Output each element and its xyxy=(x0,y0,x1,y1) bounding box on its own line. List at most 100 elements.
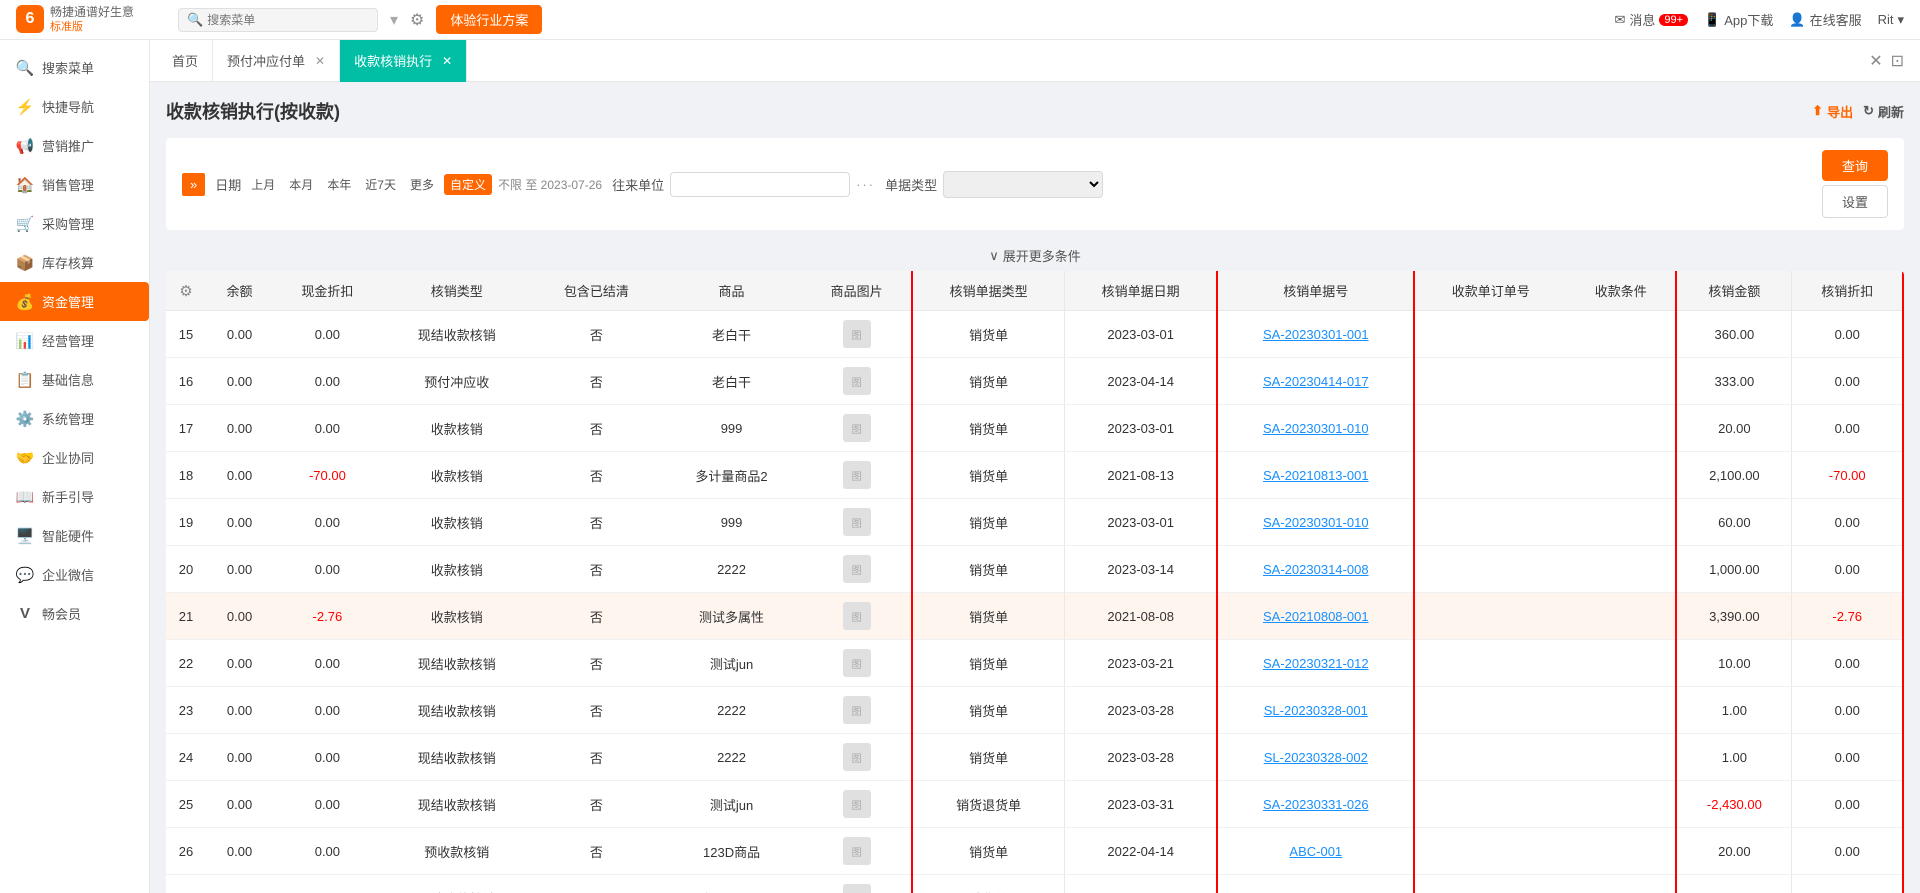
goods-img-cell: 图 xyxy=(802,499,912,546)
sidebar-item-hardware[interactable]: 🖥️ 智能硬件 xyxy=(0,516,149,555)
write-off-no-cell[interactable]: SA-20210808-001 xyxy=(1217,593,1414,640)
guide-icon: 📖 xyxy=(16,488,34,506)
write-off-no-cell[interactable]: ABC-001 xyxy=(1217,828,1414,875)
tab-home[interactable]: 首页 xyxy=(158,40,213,82)
sidebar-item-enterprise[interactable]: 🤝 企业协同 xyxy=(0,438,149,477)
write-off-amount-cell: 20.00 xyxy=(1676,828,1792,875)
table-row: 18 0.00 -70.00 收款核销 否 多计量商品2 图 销货单 2021-… xyxy=(166,452,1903,499)
write-off-discount-cell: 0.00 xyxy=(1792,358,1903,405)
write-off-date-cell: 2023-03-01 xyxy=(1065,499,1218,546)
sidebar-item-inventory[interactable]: 📦 库存核算 xyxy=(0,243,149,282)
industry-btn[interactable]: 体验行业方案 xyxy=(436,5,542,34)
search-input[interactable] xyxy=(207,13,347,27)
write-off-discount-cell: -70.00 xyxy=(1792,452,1903,499)
receipt-order-no-cell xyxy=(1414,640,1566,687)
receipt-cond-cell xyxy=(1566,546,1676,593)
dropdown-arrow-icon: ▾ xyxy=(390,10,398,30)
write-off-no-cell[interactable]: SL-20230408-001 xyxy=(1217,875,1414,893)
sidebar: 🔍 搜索菜单 ⚡ 快捷导航 📢 营销推广 🏠 销售管理 🛒 采购管理 📦 库存核… xyxy=(0,40,150,893)
th-goods: 商品 xyxy=(661,271,802,311)
tab-expand-icon[interactable]: ⊡ xyxy=(1891,51,1904,71)
goods-cell: 测试jun xyxy=(661,640,802,687)
sidebar-item-basic[interactable]: 📋 基础信息 xyxy=(0,360,149,399)
write-off-no-cell[interactable]: SA-20210813-001 xyxy=(1217,452,1414,499)
write-off-discount-cell: 0.00 xyxy=(1792,734,1903,781)
th-settled: 包含已结清 xyxy=(532,271,661,311)
write-off-no-cell[interactable]: SL-20230328-002 xyxy=(1217,734,1414,781)
sidebar-item-sales[interactable]: 🏠 销售管理 xyxy=(0,165,149,204)
export-btn[interactable]: ⬆ 导出 xyxy=(1812,102,1853,121)
logo-text: 畅捷通谱好生意 标准版 xyxy=(50,5,134,35)
filter-7days[interactable]: 近7天 xyxy=(361,174,400,195)
tab-prepay[interactable]: 预付冲应付单 ✕ xyxy=(213,40,340,82)
receipt-order-no-cell xyxy=(1414,593,1566,640)
column-settings-icon[interactable]: ⚙ xyxy=(179,283,192,300)
write-off-no-cell[interactable]: SA-20230301-001 xyxy=(1217,311,1414,358)
filter-from-unit-input[interactable] xyxy=(670,172,850,197)
write-off-type-cell: 销货单 xyxy=(912,405,1065,452)
write-off-date-cell: 2023-03-28 xyxy=(1065,734,1218,781)
filter-custom-date[interactable]: 自定义 xyxy=(444,174,492,195)
sidebar-item-member[interactable]: V 畅会员 xyxy=(0,594,149,633)
receipt-cond-cell xyxy=(1566,687,1676,734)
cash-discount-cell: -70.00 xyxy=(273,452,382,499)
cash-discount-cell: 0.00 xyxy=(273,358,382,405)
write-off-no-cell[interactable]: SA-20230314-008 xyxy=(1217,546,1414,593)
filter-this-year[interactable]: 本年 xyxy=(323,174,355,195)
sidebar-item-guide[interactable]: 📖 新手引导 xyxy=(0,477,149,516)
write-off-no-cell[interactable]: SL-20230328-001 xyxy=(1217,687,1414,734)
setting-btn[interactable]: 设置 xyxy=(1822,185,1888,218)
sidebar-item-quick[interactable]: ⚡ 快捷导航 xyxy=(0,87,149,126)
service-btn[interactable]: 👤 在线客服 xyxy=(1789,10,1861,29)
filter-more-date[interactable]: 更多 xyxy=(406,174,438,195)
inventory-icon: 📦 xyxy=(16,254,34,272)
search-box[interactable]: 🔍 xyxy=(178,8,378,32)
write-off-amount-cell: -2,430.00 xyxy=(1676,781,1792,828)
write-off-no-cell[interactable]: SA-20230321-012 xyxy=(1217,640,1414,687)
refresh-btn[interactable]: ↻ 刷新 xyxy=(1863,102,1904,121)
filter-this-month[interactable]: 本月 xyxy=(285,174,317,195)
tab-prepay-close[interactable]: ✕ xyxy=(315,54,325,68)
sidebar-item-system[interactable]: ⚙️ 系统管理 xyxy=(0,399,149,438)
sidebar-item-finance[interactable]: 💰 资金管理 xyxy=(0,282,149,321)
wechat-icon: 💬 xyxy=(16,566,34,584)
sidebar-item-operation[interactable]: 📊 经营管理 xyxy=(0,321,149,360)
service-icon: 👤 xyxy=(1789,12,1805,28)
filter-expand-btn[interactable]: » xyxy=(182,173,205,196)
notice-btn[interactable]: ✉ 消息 99+ xyxy=(1614,10,1688,29)
app-download-btn[interactable]: 📱 App下载 xyxy=(1704,10,1773,29)
sidebar-item-wechat[interactable]: 💬 企业微信 xyxy=(0,555,149,594)
tab-receipt[interactable]: 收款核销执行 ✕ xyxy=(340,40,467,82)
filter-type-select[interactable] xyxy=(943,171,1103,198)
write-off-date-cell: 2021-08-13 xyxy=(1065,452,1218,499)
sidebar-item-marketing[interactable]: 📢 营销推广 xyxy=(0,126,149,165)
write-off-date-cell: 2022-04-14 xyxy=(1065,828,1218,875)
th-receipt-order-no: 收款单订单号 xyxy=(1414,271,1566,311)
goods-img-cell: 图 xyxy=(802,546,912,593)
write-off-date-cell: 2023-03-01 xyxy=(1065,311,1218,358)
row-id: 19 xyxy=(166,499,206,546)
cash-discount-cell: 0.00 xyxy=(273,499,382,546)
query-btn[interactable]: 查询 xyxy=(1822,150,1888,181)
table-row: 20 0.00 0.00 收款核销 否 2222 图 销货单 2023-03-1… xyxy=(166,546,1903,593)
settled-cell: 否 xyxy=(532,499,661,546)
tab-close-all-icon[interactable]: ✕ xyxy=(1869,51,1882,71)
user-btn[interactable]: Rit ▾ xyxy=(1878,12,1904,28)
cash-discount-cell: 0.00 xyxy=(273,640,382,687)
tab-receipt-close[interactable]: ✕ xyxy=(442,54,452,68)
write-off-no-cell[interactable]: SA-20230331-026 xyxy=(1217,781,1414,828)
app-icon: 📱 xyxy=(1704,12,1720,28)
write-off-no-cell[interactable]: SA-20230414-017 xyxy=(1217,358,1414,405)
write-off-no-cell[interactable]: SA-20230301-010 xyxy=(1217,405,1414,452)
filter-more-btn[interactable]: ∨ 展开更多条件 xyxy=(166,240,1904,271)
settings-icon[interactable]: ⚙ xyxy=(410,10,424,30)
goods-img-cell: 图 xyxy=(802,452,912,499)
write-off-type-cell: 销货单 xyxy=(912,875,1065,893)
write-off-date-cell: 2021-08-08 xyxy=(1065,593,1218,640)
sidebar-item-search[interactable]: 🔍 搜索菜单 xyxy=(0,48,149,87)
write-off-no-cell[interactable]: SA-20230301-010 xyxy=(1217,499,1414,546)
filter-last-month[interactable]: 上月 xyxy=(247,174,279,195)
table-row: 22 0.00 0.00 现结收款核销 否 测试jun 图 销货单 2023-0… xyxy=(166,640,1903,687)
balance-cell: 0.00 xyxy=(206,640,273,687)
sidebar-item-purchase[interactable]: 🛒 采购管理 xyxy=(0,204,149,243)
